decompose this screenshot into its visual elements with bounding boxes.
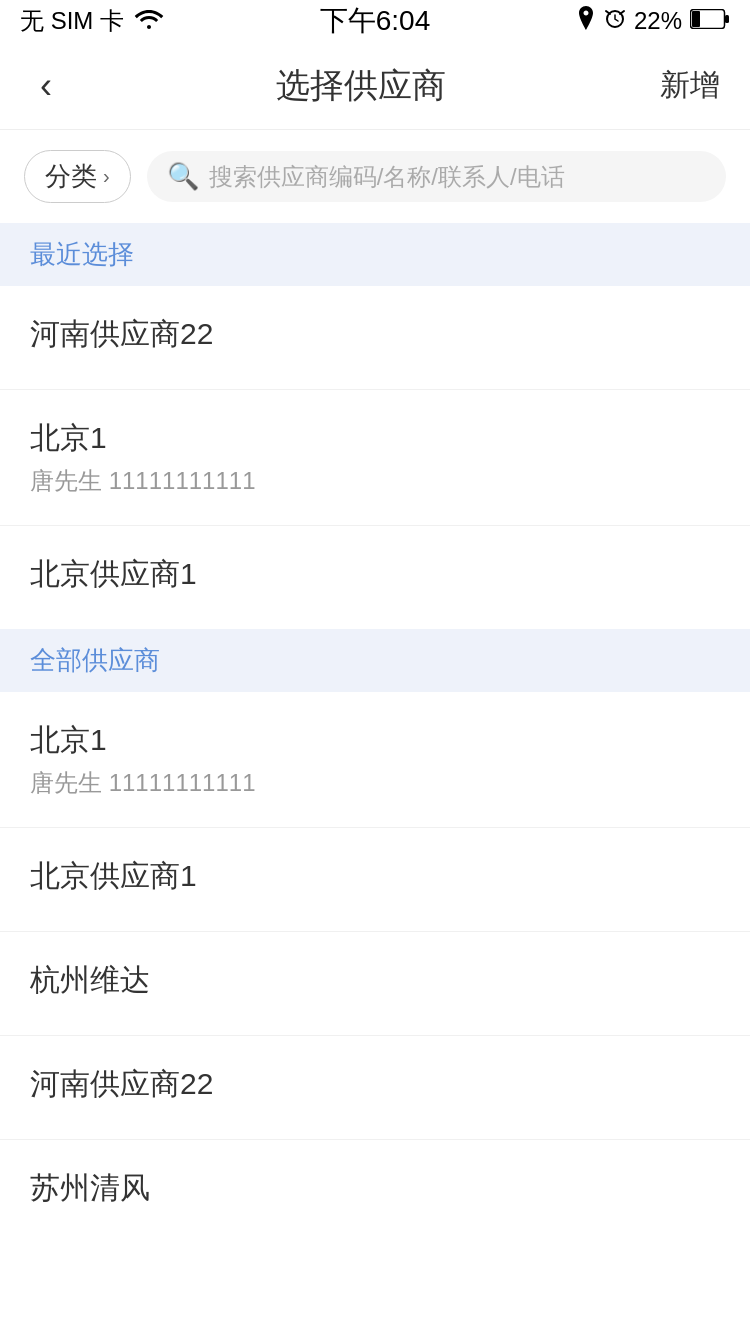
status-bar: 无 SIM 卡 下午6:04 22% [0,0,750,42]
search-icon: 🔍 [167,161,199,192]
supplier-sub: 唐先生 11111111111 [30,465,720,497]
list-item[interactable]: 河南供应商22 [0,1036,750,1140]
category-label: 分类 [45,159,97,194]
list-item[interactable]: 北京供应商1 [0,828,750,932]
page-title: 选择供应商 [276,63,446,109]
search-input[interactable] [209,163,706,191]
list-item[interactable]: 苏州清风 [0,1140,750,1243]
section-header-0: 最近选择 [0,223,750,286]
location-icon [576,6,596,36]
carrier-text: 无 SIM 卡 [20,5,124,37]
status-left: 无 SIM 卡 [20,5,164,37]
battery-text: 22% [634,7,682,35]
search-box[interactable]: 🔍 [147,151,726,202]
status-right: 22% [576,6,730,36]
list-item[interactable]: 河南供应商22 [0,286,750,390]
supplier-list: 最近选择河南供应商22 北京1 唐先生 11111111111 北京供应商1 全部供应商… [0,223,750,1243]
section-list-1: 北京1 唐先生 11111111111 北京供应商1 杭州维达河南供应商22 苏州清风 [0,692,750,1243]
svg-rect-2 [725,15,729,23]
supplier-name: 北京供应商1 [30,856,720,897]
list-item[interactable]: 北京供应商1 [0,526,750,629]
add-button[interactable]: 新增 [660,65,720,106]
supplier-name: 北京供应商1 [30,554,720,595]
filter-bar: 分类 › 🔍 [0,130,750,223]
supplier-name: 北京1 [30,418,720,459]
wifi-icon [134,7,164,35]
list-item[interactable]: 杭州维达 [0,932,750,1036]
supplier-name: 北京1 [30,720,720,761]
nav-bar: ‹ 选择供应商 新增 [0,42,750,130]
category-filter[interactable]: 分类 › [24,150,131,203]
supplier-name: 苏州清风 [30,1168,720,1209]
supplier-name: 河南供应商22 [30,314,720,355]
chevron-right-icon: › [103,165,110,188]
supplier-name: 杭州维达 [30,960,720,1001]
back-button[interactable]: ‹ [30,55,62,117]
list-item[interactable]: 北京1 唐先生 11111111111 [0,692,750,828]
battery-icon [690,7,730,35]
status-time: 下午6:04 [320,2,431,40]
supplier-name: 河南供应商22 [30,1064,720,1105]
section-header-1: 全部供应商 [0,629,750,692]
svg-rect-3 [692,11,700,27]
supplier-sub: 唐先生 11111111111 [30,767,720,799]
list-item[interactable]: 北京1 唐先生 11111111111 [0,390,750,526]
section-list-0: 河南供应商22 北京1 唐先生 11111111111 北京供应商1 [0,286,750,629]
alarm-icon [604,7,626,35]
